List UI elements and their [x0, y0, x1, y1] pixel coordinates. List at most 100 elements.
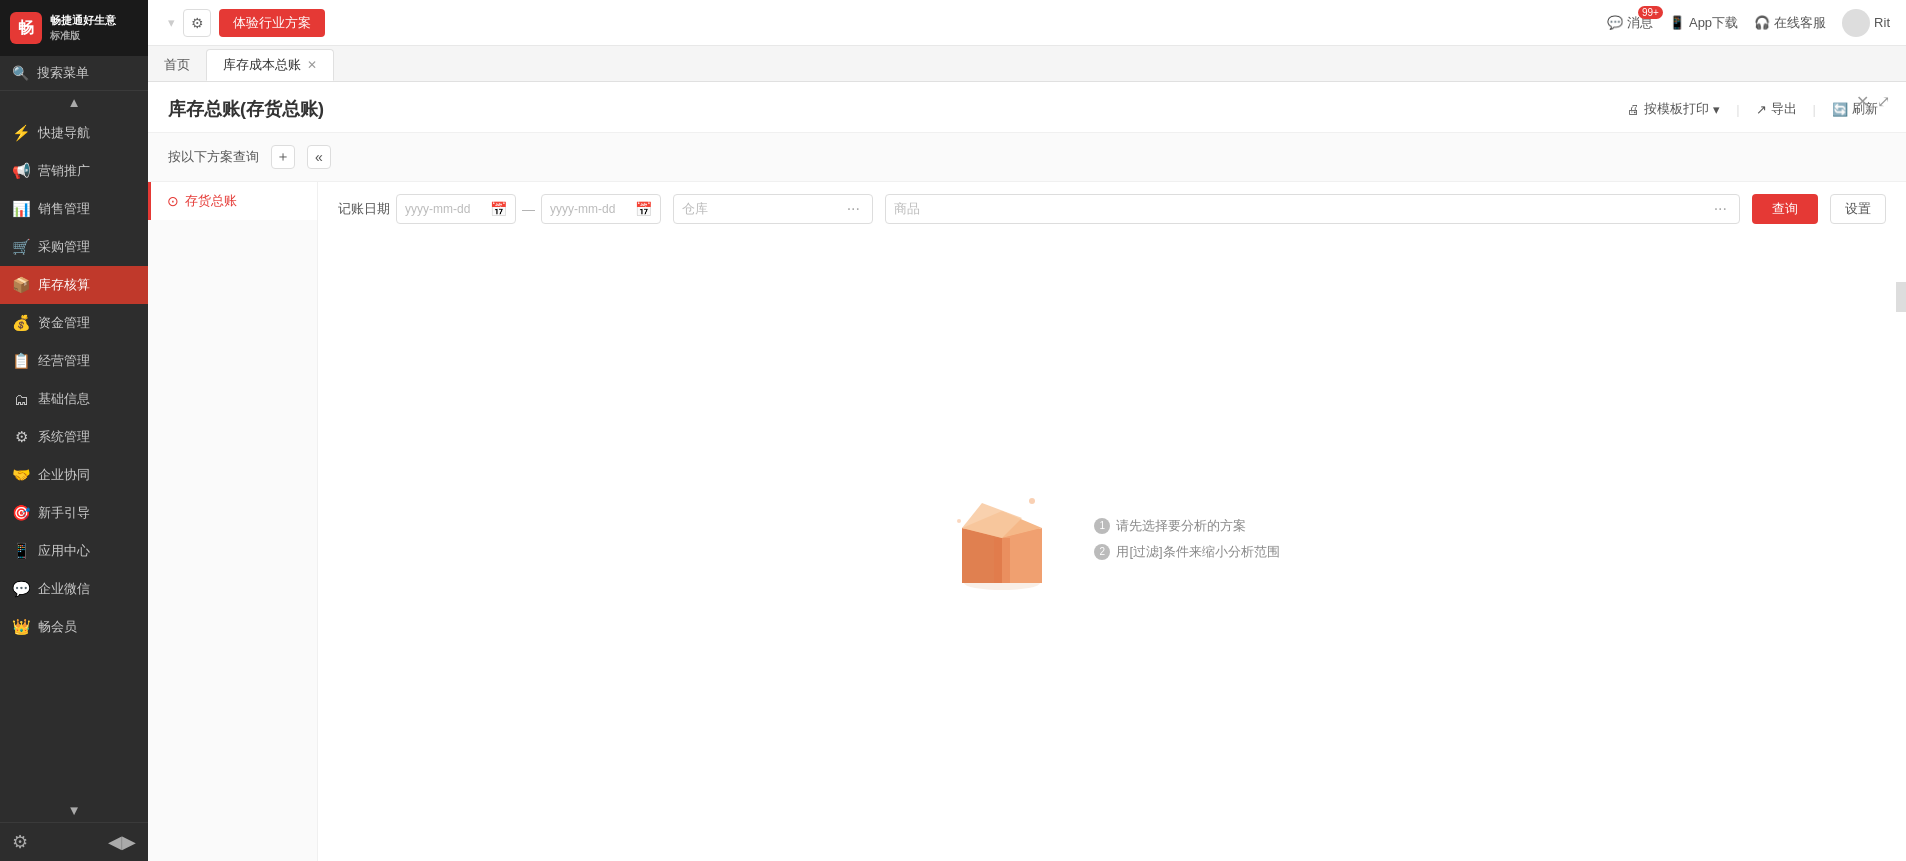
date-separator: — [522, 202, 535, 217]
sidebar-item-system[interactable]: ⚙ 系统管理 [0, 418, 148, 456]
topbar-left: ▾ ⚙ 体验行业方案 [164, 9, 1599, 37]
message-icon: 💬 [1607, 15, 1623, 30]
empty-step-1: 1 请先选择要分析的方案 [1094, 517, 1279, 535]
sidebar-item-quick-nav[interactable]: ⚡ 快捷导航 [0, 114, 148, 152]
filter-bar: 按以下方案查询 ＋ « [148, 133, 1906, 182]
settings-button[interactable]: 设置 [1830, 194, 1886, 224]
separator2: | [1813, 102, 1816, 117]
search-menu[interactable]: 🔍 搜索菜单 [0, 56, 148, 91]
empty-text: 1 请先选择要分析的方案 2 用[过滤]条件来缩小分析范围 [1094, 517, 1279, 569]
query-button[interactable]: 查询 [1752, 194, 1818, 224]
newbie-icon: 🎯 [12, 504, 30, 522]
goods-select[interactable]: 商品 ··· [885, 194, 1740, 224]
home-tab-label: 首页 [164, 56, 190, 74]
print-label: 按模板打印 [1644, 100, 1709, 118]
avatar [1842, 9, 1870, 37]
query-row-1: 记账日期 yyyy-mm-dd 📅 — yyyy-mm-dd 📅 [338, 194, 1886, 224]
sidebar-item-operation[interactable]: 📋 经营管理 [0, 342, 148, 380]
online-service-button[interactable]: 🎧 在线客服 [1754, 14, 1826, 32]
right-edge-indicator[interactable] [1896, 282, 1906, 312]
date-label: 记账日期 [338, 200, 390, 218]
sidebar-item-inventory[interactable]: 📦 库存核算 [0, 266, 148, 304]
sidebar-item-label: 基础信息 [38, 390, 90, 408]
online-service-label: 在线客服 [1774, 14, 1826, 32]
operation-icon: 📋 [12, 352, 30, 370]
svg-rect-6 [994, 538, 1010, 583]
scheme-sidebar: ⊙ 存货总账 [148, 182, 318, 861]
goods-field: 商品 ··· [885, 194, 1740, 224]
user-avatar[interactable]: Rit [1842, 9, 1890, 37]
close-panel-icon[interactable]: ✕ [1856, 92, 1869, 111]
topbar-gear-button[interactable]: ⚙ [183, 9, 211, 37]
content: 库存总账(存货总账) 🖨 按模板打印 ▾ | ↗ 导出 | 🔄 [148, 82, 1906, 861]
inventory-ledger-tab-label: 库存成本总账 [223, 56, 301, 74]
headset-icon: 🎧 [1754, 15, 1770, 30]
breadcrumb-chevron-icon: ▾ [168, 15, 175, 30]
settings-bottom-button[interactable]: ⚙ [12, 831, 28, 853]
quick-nav-icon: ⚡ [12, 124, 30, 142]
collapse-button[interactable]: ◀▶ [108, 831, 136, 853]
date-end-placeholder: yyyy-mm-dd [550, 202, 615, 216]
sidebar-item-label: 企业微信 [38, 580, 90, 598]
filter-label: 按以下方案查询 [168, 148, 259, 166]
sidebar-item-finance[interactable]: 💰 资金管理 [0, 304, 148, 342]
sidebar-item-label: 经营管理 [38, 352, 90, 370]
sidebar-item-label: 营销推广 [38, 162, 90, 180]
sidebar-item-appstore[interactable]: 📱 应用中心 [0, 532, 148, 570]
sidebar-item-wechat[interactable]: 💬 企业微信 [0, 570, 148, 608]
sidebar-bottom: ⚙ ◀▶ [0, 822, 148, 861]
page-header: 库存总账(存货总账) 🖨 按模板打印 ▾ | ↗ 导出 | 🔄 [148, 82, 1906, 133]
calendar-end-icon: 📅 [635, 201, 652, 217]
date-start-input[interactable]: yyyy-mm-dd 📅 [396, 194, 516, 224]
sidebar-scroll-down[interactable]: ▼ [0, 799, 148, 822]
sidebar-item-label: 资金管理 [38, 314, 90, 332]
filter-collapse-button[interactable]: « [307, 145, 331, 169]
sidebar-item-label: 应用中心 [38, 542, 90, 560]
print-dropdown-icon: ▾ [1713, 102, 1720, 117]
empty-step-1-label: 请先选择要分析的方案 [1116, 517, 1246, 535]
calendar-start-icon: 📅 [490, 201, 507, 217]
user-name: Rit [1874, 15, 1890, 30]
marketing-icon: 📢 [12, 162, 30, 180]
scheme-item-inventory-ledger[interactable]: ⊙ 存货总账 [148, 182, 317, 220]
date-end-input[interactable]: yyyy-mm-dd 📅 [541, 194, 661, 224]
empty-box-svg [944, 483, 1064, 593]
gear-icon: ⚙ [191, 15, 204, 31]
sidebar-item-label: 采购管理 [38, 238, 90, 256]
sidebar-item-sales[interactable]: 📊 销售管理 [0, 190, 148, 228]
scheme-item-label: 存货总账 [185, 192, 237, 210]
print-icon: 🖨 [1627, 102, 1640, 117]
industry-solution-button[interactable]: 体验行业方案 [219, 9, 325, 37]
filter-add-button[interactable]: ＋ [271, 145, 295, 169]
date-start-placeholder: yyyy-mm-dd [405, 202, 470, 216]
goods-placeholder: 商品 [894, 200, 920, 218]
panel-controls: ✕ ⤢ [1856, 92, 1890, 111]
sidebar-scroll-up[interactable]: ▲ [0, 91, 148, 114]
export-icon: ↗ [1756, 102, 1767, 117]
export-button[interactable]: ↗ 导出 [1748, 96, 1805, 122]
sales-icon: 📊 [12, 200, 30, 218]
tab-inventory-ledger[interactable]: 库存成本总账 ✕ [206, 49, 334, 81]
message-button[interactable]: 💬 消息 99+ [1607, 14, 1653, 32]
tab-home[interactable]: 首页 [148, 49, 206, 81]
app-download-button[interactable]: 📱 App下载 [1669, 14, 1738, 32]
sidebar-item-marketing[interactable]: 📢 营销推广 [0, 152, 148, 190]
wechat-icon: 💬 [12, 580, 30, 598]
warehouse-select[interactable]: 仓库 ··· [673, 194, 873, 224]
sidebar-item-member[interactable]: 👑 畅会员 [0, 608, 148, 646]
appstore-icon: 📱 [12, 542, 30, 560]
empty-state: 1 请先选择要分析的方案 2 用[过滤]条件来缩小分析范围 [338, 236, 1886, 849]
sidebar-item-basic[interactable]: 🗂 基础信息 [0, 380, 148, 418]
sidebar: 畅 畅捷通好生意 标准版 🔍 搜索菜单 ▲ ⚡ 快捷导航 📢 营销推广 📊 销售… [0, 0, 148, 861]
sidebar-item-purchase[interactable]: 🛒 采购管理 [0, 228, 148, 266]
expand-panel-icon[interactable]: ⤢ [1877, 92, 1890, 111]
separator: | [1736, 102, 1739, 117]
logo-icon: 畅 [10, 12, 42, 44]
empty-illustration [944, 483, 1064, 603]
sidebar-item-enterprise[interactable]: 🤝 企业协同 [0, 456, 148, 494]
tab-close-icon[interactable]: ✕ [307, 58, 317, 72]
phone-icon: 📱 [1669, 15, 1685, 30]
print-button[interactable]: 🖨 按模板打印 ▾ [1619, 96, 1728, 122]
sidebar-item-newbie[interactable]: 🎯 新手引导 [0, 494, 148, 532]
sidebar-item-label: 新手引导 [38, 504, 90, 522]
